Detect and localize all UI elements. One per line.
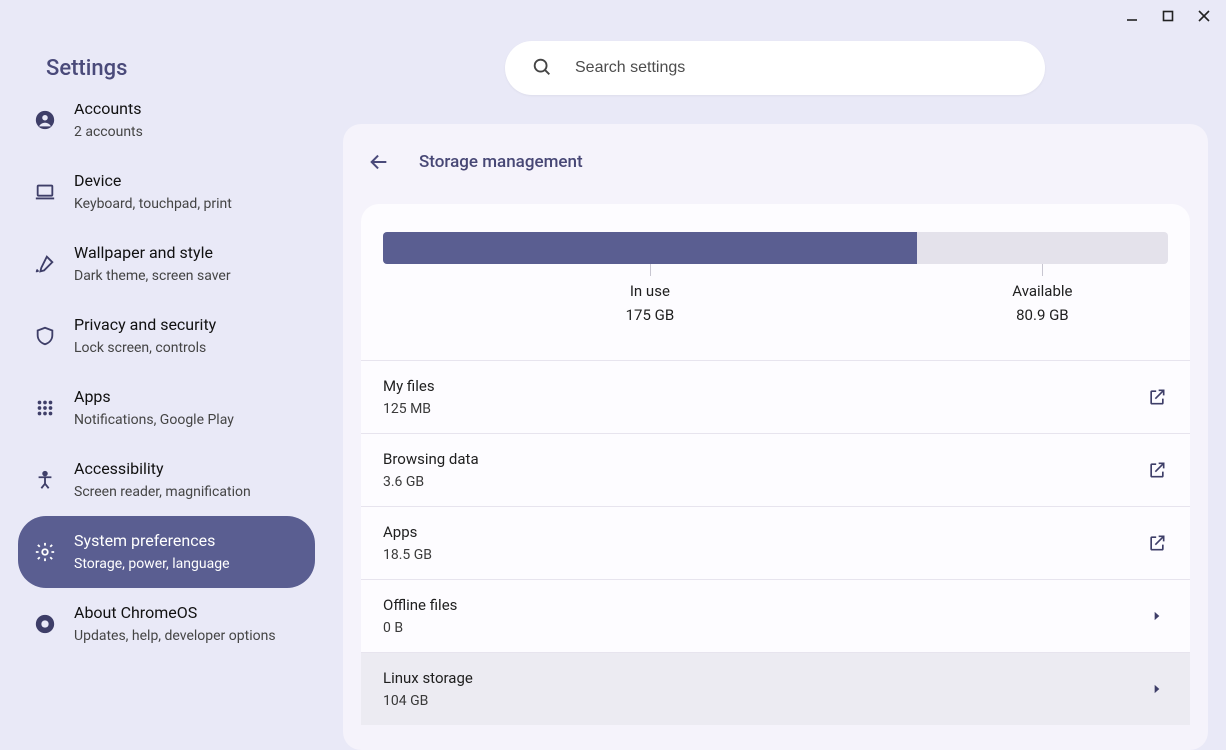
row-sub: 0 B <box>383 618 457 638</box>
row-my-files[interactable]: My files 125 MB <box>361 360 1190 433</box>
available-label: Available <box>1012 280 1072 302</box>
sidebar-item-sublabel: Keyboard, touchpad, print <box>74 194 232 214</box>
row-sub: 125 MB <box>383 399 435 419</box>
back-button[interactable] <box>359 142 399 182</box>
sidebar-item-wallpaper[interactable]: Wallpaper and style Dark theme, screen s… <box>18 228 315 300</box>
shield-icon <box>34 325 56 347</box>
external-link-icon <box>1146 532 1168 554</box>
accessibility-icon <box>34 469 56 491</box>
row-title: Offline files <box>383 594 457 616</box>
window-titlebar <box>0 0 1226 32</box>
window-close-button[interactable] <box>1190 2 1218 30</box>
sidebar-item-sublabel: Storage, power, language <box>74 554 230 574</box>
external-link-icon <box>1146 459 1168 481</box>
sidebar-item-label: System preferences <box>74 530 230 552</box>
sidebar: Accounts 2 accounts Device Keyboard, tou… <box>0 104 323 750</box>
search-input[interactable] <box>575 59 1029 77</box>
account-icon <box>34 109 56 131</box>
sidebar-item-about[interactable]: About ChromeOS Updates, help, developer … <box>18 588 315 660</box>
laptop-icon <box>34 181 56 203</box>
brush-icon <box>34 253 56 275</box>
sidebar-item-accounts[interactable]: Accounts 2 accounts <box>18 104 315 156</box>
sidebar-item-sublabel: Lock screen, controls <box>74 338 216 358</box>
page-title: Storage management <box>419 152 583 172</box>
sidebar-item-sublabel: Updates, help, developer options <box>74 626 276 646</box>
sidebar-item-system-preferences[interactable]: System preferences Storage, power, langu… <box>18 516 315 588</box>
in-use-value: 175 GB <box>626 304 675 326</box>
sidebar-item-label: Apps <box>74 386 234 408</box>
sidebar-item-label: About ChromeOS <box>74 602 276 624</box>
chrome-icon <box>34 613 56 635</box>
row-title: My files <box>383 375 435 397</box>
external-link-icon <box>1146 386 1168 408</box>
storage-bar-used <box>383 232 917 264</box>
sidebar-item-label: Accounts <box>74 104 143 120</box>
storage-bar: In use 175 GB Available 80.9 GB <box>383 232 1168 264</box>
sidebar-item-apps[interactable]: Apps Notifications, Google Play <box>18 372 315 444</box>
row-sub: 3.6 GB <box>383 472 479 492</box>
search-box[interactable] <box>505 41 1045 95</box>
row-linux-storage[interactable]: Linux storage 104 GB <box>361 652 1190 725</box>
row-browsing-data[interactable]: Browsing data 3.6 GB <box>361 433 1190 506</box>
gear-icon <box>34 541 56 563</box>
window-minimize-button[interactable] <box>1118 2 1146 30</box>
app-title: Settings <box>0 56 505 81</box>
sidebar-item-accessibility[interactable]: Accessibility Screen reader, magnificati… <box>18 444 315 516</box>
sidebar-item-sublabel: Screen reader, magnification <box>74 482 251 502</box>
content-card: Storage management In use 175 GB Availab… <box>343 124 1208 750</box>
row-title: Linux storage <box>383 667 473 689</box>
chevron-right-icon <box>1146 605 1168 627</box>
row-title: Browsing data <box>383 448 479 470</box>
row-sub: 104 GB <box>383 691 473 711</box>
search-icon <box>531 56 555 80</box>
sidebar-item-privacy[interactable]: Privacy and security Lock screen, contro… <box>18 300 315 372</box>
sidebar-item-sublabel: Notifications, Google Play <box>74 410 234 430</box>
row-apps[interactable]: Apps 18.5 GB <box>361 506 1190 579</box>
row-offline-files[interactable]: Offline files 0 B <box>361 579 1190 652</box>
sidebar-item-device[interactable]: Device Keyboard, touchpad, print <box>18 156 315 228</box>
sidebar-item-label: Wallpaper and style <box>74 242 231 264</box>
chevron-right-icon <box>1146 678 1168 700</box>
window-maximize-button[interactable] <box>1154 2 1182 30</box>
sidebar-item-sublabel: Dark theme, screen saver <box>74 266 231 286</box>
row-title: Apps <box>383 521 432 543</box>
row-sub: 18.5 GB <box>383 545 432 565</box>
sidebar-item-sublabel: 2 accounts <box>74 122 143 142</box>
sidebar-item-label: Device <box>74 170 232 192</box>
sidebar-item-label: Privacy and security <box>74 314 216 336</box>
in-use-label: In use <box>626 280 675 302</box>
sidebar-item-label: Accessibility <box>74 458 251 480</box>
available-value: 80.9 GB <box>1012 304 1072 326</box>
storage-panel: In use 175 GB Available 80.9 GB My files… <box>361 204 1190 725</box>
apps-grid-icon <box>34 397 56 419</box>
